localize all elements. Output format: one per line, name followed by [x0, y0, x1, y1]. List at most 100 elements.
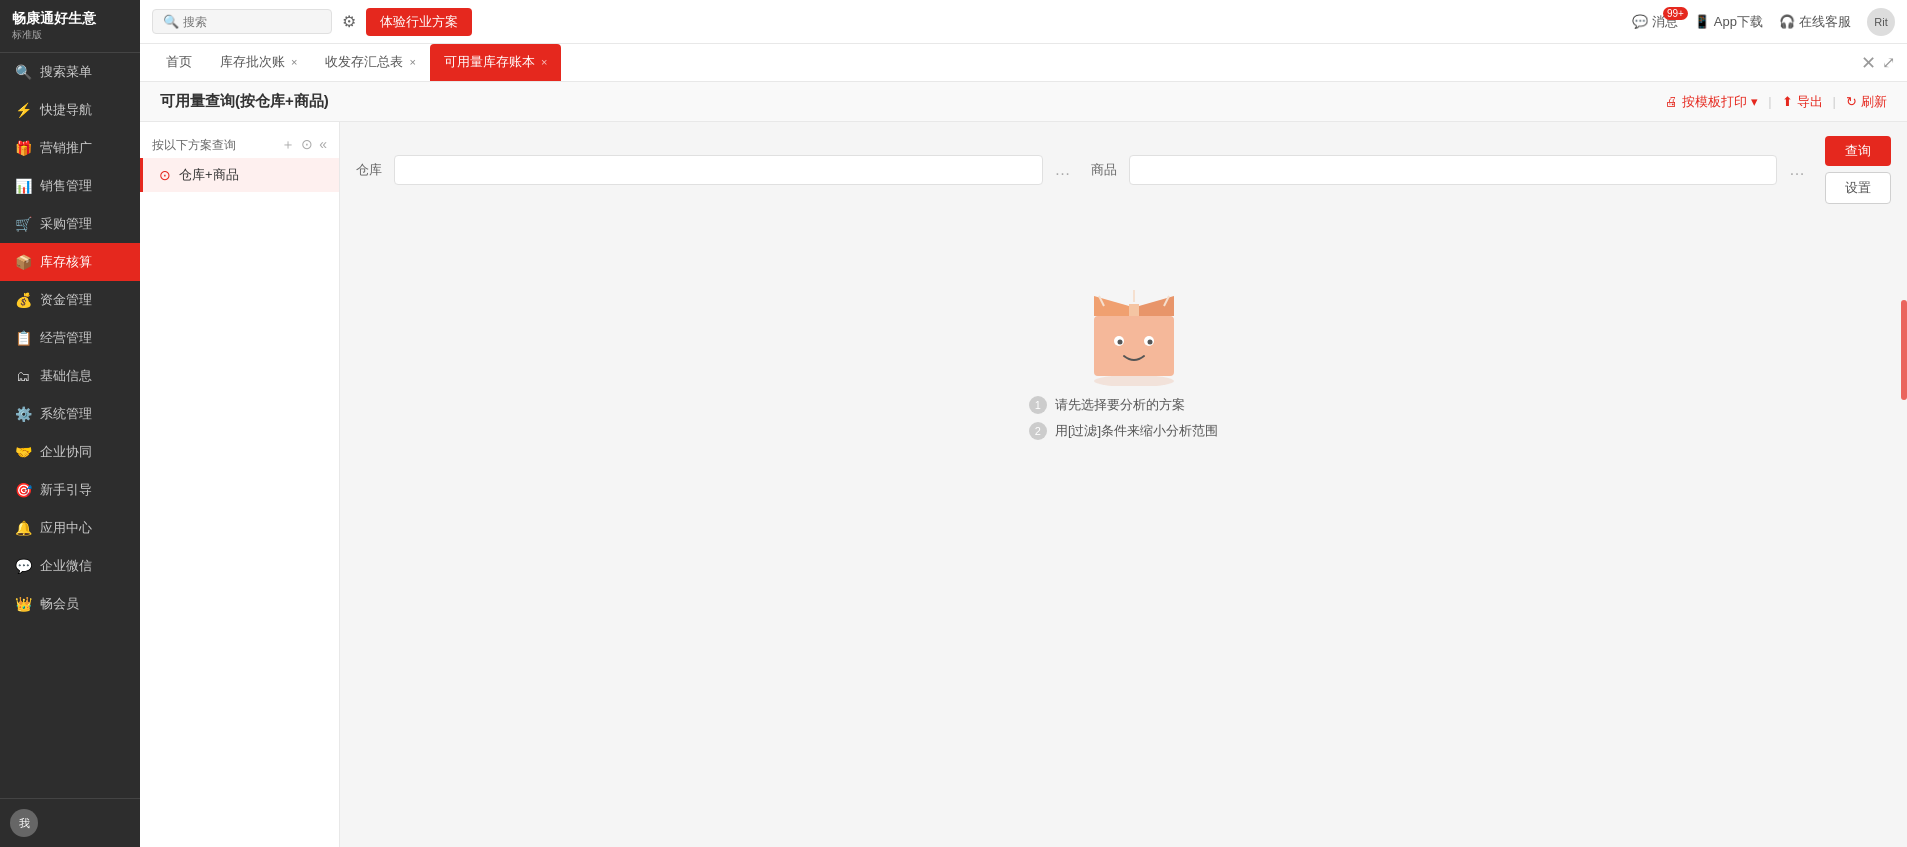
sidebar-item-purchase[interactable]: 🛒 采购管理	[0, 205, 140, 243]
filter-item-icon: ⊙	[159, 167, 171, 183]
tab-available[interactable]: 可用量库存账本 ×	[430, 44, 561, 81]
sidebar-icon-wechat: 💬	[14, 557, 32, 575]
print-dropdown-icon[interactable]: ▾	[1751, 94, 1758, 109]
sidebar-item-basic[interactable]: 🗂 基础信息	[0, 357, 140, 395]
filter-item-label: 仓库+商品	[179, 166, 239, 184]
export-btn[interactable]: ⬆ 导出	[1782, 93, 1823, 111]
sidebar-item-system[interactable]: ⚙️ 系统管理	[0, 395, 140, 433]
empty-state: 1 请先选择要分析的方案 2 用[过滤]条件来缩小分析范围	[356, 216, 1891, 500]
filter-item-warehouse-goods[interactable]: ⊙ 仓库+商品	[140, 158, 339, 192]
filter-collapse-icon[interactable]: «	[319, 136, 327, 154]
app-download-label: App下载	[1714, 13, 1763, 31]
tab-available-close[interactable]: ×	[541, 56, 547, 68]
sidebar-item-appstore[interactable]: 🔔 应用中心	[0, 509, 140, 547]
user-name: Rit	[1874, 16, 1887, 28]
sidebar-label-basic: 基础信息	[40, 367, 92, 385]
sidebar-icon-operation: 📋	[14, 329, 32, 347]
filter-panel: 按以下方案查询 ＋ ⊙ « ⊙ 仓库+商品	[140, 122, 340, 847]
app-title: 畅康通好生意	[12, 10, 128, 28]
search-bar[interactable]: 🔍	[152, 9, 332, 34]
tip-1: 1 请先选择要分析的方案	[1029, 396, 1218, 414]
refresh-btn[interactable]: ↻ 刷新	[1846, 93, 1887, 111]
sidebar-item-sales[interactable]: 📊 销售管理	[0, 167, 140, 205]
filter-header-title: 按以下方案查询	[152, 137, 236, 154]
message-btn[interactable]: 💬 消息 99+	[1632, 13, 1678, 31]
sidebar-icon-member: 👑	[14, 595, 32, 613]
app-logo: 畅康通好生意 标准版	[0, 0, 140, 53]
user-avatar-top[interactable]: Rit	[1867, 8, 1895, 36]
sidebar-label-sales: 销售管理	[40, 177, 92, 195]
query-row: 仓库 … 商品 … 查询 设置	[356, 136, 1891, 204]
tip-2-text: 用[过滤]条件来缩小分析范围	[1055, 422, 1218, 440]
sidebar-item-marketing[interactable]: 🎁 营销推广	[0, 129, 140, 167]
tab-summary-close[interactable]: ×	[409, 56, 415, 68]
goods-dots-btn[interactable]: …	[1789, 161, 1805, 179]
tip-1-text: 请先选择要分析的方案	[1055, 396, 1185, 414]
sidebar-label-finance: 资金管理	[40, 291, 92, 309]
page-title: 可用量查询(按仓库+商品)	[160, 92, 329, 111]
sidebar-item-shortcut[interactable]: ⚡ 快捷导航	[0, 91, 140, 129]
filter-add-icon[interactable]: ＋	[281, 136, 295, 154]
sidebar-label-operation: 经营管理	[40, 329, 92, 347]
tab-batch[interactable]: 库存批次账 ×	[206, 44, 311, 81]
headset-icon: 🎧	[1779, 14, 1795, 29]
sidebar-icon-corp: 🤝	[14, 443, 32, 461]
app-download-btn[interactable]: 📱 App下载	[1694, 13, 1763, 31]
industry-btn[interactable]: 体验行业方案	[366, 8, 472, 36]
sidebar-item-corp[interactable]: 🤝 企业协同	[0, 433, 140, 471]
sidebar: 畅康通好生意 标准版 🔍 搜索菜单 ⚡ 快捷导航 🎁 营销推广 📊 销售管理 🛒…	[0, 0, 140, 847]
tabs-close-all-btn[interactable]: ✕	[1861, 52, 1876, 74]
print-btn[interactable]: 🖨 按模板打印 ▾	[1665, 93, 1758, 111]
goods-label: 商品	[1091, 161, 1121, 179]
separator-1: |	[1768, 94, 1771, 109]
svg-point-0	[1094, 375, 1174, 386]
tab-batch-close[interactable]: ×	[291, 56, 297, 68]
empty-illustration	[1074, 276, 1174, 376]
sidebar-icon-marketing: 🎁	[14, 139, 32, 157]
sidebar-icon-basic: 🗂	[14, 367, 32, 385]
right-scrollbar[interactable]	[1901, 300, 1907, 400]
goods-field: 商品 …	[1091, 155, 1806, 185]
topbar: 🔍 ⚙ 体验行业方案 💬 消息 99+ 📱 App下载 🎧 在线客服 Rit	[140, 0, 1907, 44]
sidebar-label-corp: 企业协同	[40, 443, 92, 461]
goods-input[interactable]	[1129, 155, 1778, 185]
tab-home[interactable]: 首页	[152, 44, 206, 81]
sidebar-label-member: 畅会员	[40, 595, 79, 613]
sidebar-label-appstore: 应用中心	[40, 519, 92, 537]
sidebar-item-inventory[interactable]: 📦 库存核算	[0, 243, 140, 281]
print-label: 按模板打印	[1682, 93, 1747, 111]
sidebar-label-shortcut: 快捷导航	[40, 101, 92, 119]
sidebar-icon-finance: 💰	[14, 291, 32, 309]
sidebar-item-guide[interactable]: 🎯 新手引导	[0, 471, 140, 509]
sidebar-bottom[interactable]: 我	[0, 798, 140, 847]
online-service-btn[interactable]: 🎧 在线客服	[1779, 13, 1851, 31]
sidebar-icon-shortcut: ⚡	[14, 101, 32, 119]
gear-icon[interactable]: ⚙	[342, 12, 356, 31]
svg-rect-2	[1129, 304, 1139, 316]
sidebar-item-finance[interactable]: 💰 资金管理	[0, 281, 140, 319]
warehouse-input[interactable]	[394, 155, 1043, 185]
search-input[interactable]	[183, 15, 303, 29]
sidebar-label-search: 搜索菜单	[40, 63, 92, 81]
export-icon: ⬆	[1782, 94, 1793, 109]
page-header: 可用量查询(按仓库+商品) 🖨 按模板打印 ▾ | ⬆ 导出 | ↻ 刷新	[140, 82, 1907, 122]
warehouse-dots-btn[interactable]: …	[1055, 161, 1071, 179]
sidebar-item-wechat[interactable]: 💬 企业微信	[0, 547, 140, 585]
sidebar-item-search[interactable]: 🔍 搜索菜单	[0, 53, 140, 91]
page-actions: 🖨 按模板打印 ▾ | ⬆ 导出 | ↻ 刷新	[1665, 93, 1887, 111]
query-btn[interactable]: 查询	[1825, 136, 1891, 166]
user-avatar: 我	[10, 809, 38, 837]
sidebar-label-system: 系统管理	[40, 405, 92, 423]
filter-settings-icon[interactable]: ⊙	[301, 136, 313, 154]
tab-summary[interactable]: 收发存汇总表 ×	[311, 44, 429, 81]
tabs-expand-btn[interactable]: ⤢	[1882, 53, 1895, 72]
sidebar-item-member[interactable]: 👑 畅会员	[0, 585, 140, 623]
tip-2: 2 用[过滤]条件来缩小分析范围	[1029, 422, 1218, 440]
svg-point-5	[1117, 340, 1122, 345]
settings-btn[interactable]: 设置	[1825, 172, 1891, 204]
sidebar-item-operation[interactable]: 📋 经营管理	[0, 319, 140, 357]
sidebar-icon-system: ⚙️	[14, 405, 32, 423]
sidebar-icon-sales: 📊	[14, 177, 32, 195]
svg-point-6	[1147, 340, 1152, 345]
empty-svg	[1074, 276, 1194, 386]
